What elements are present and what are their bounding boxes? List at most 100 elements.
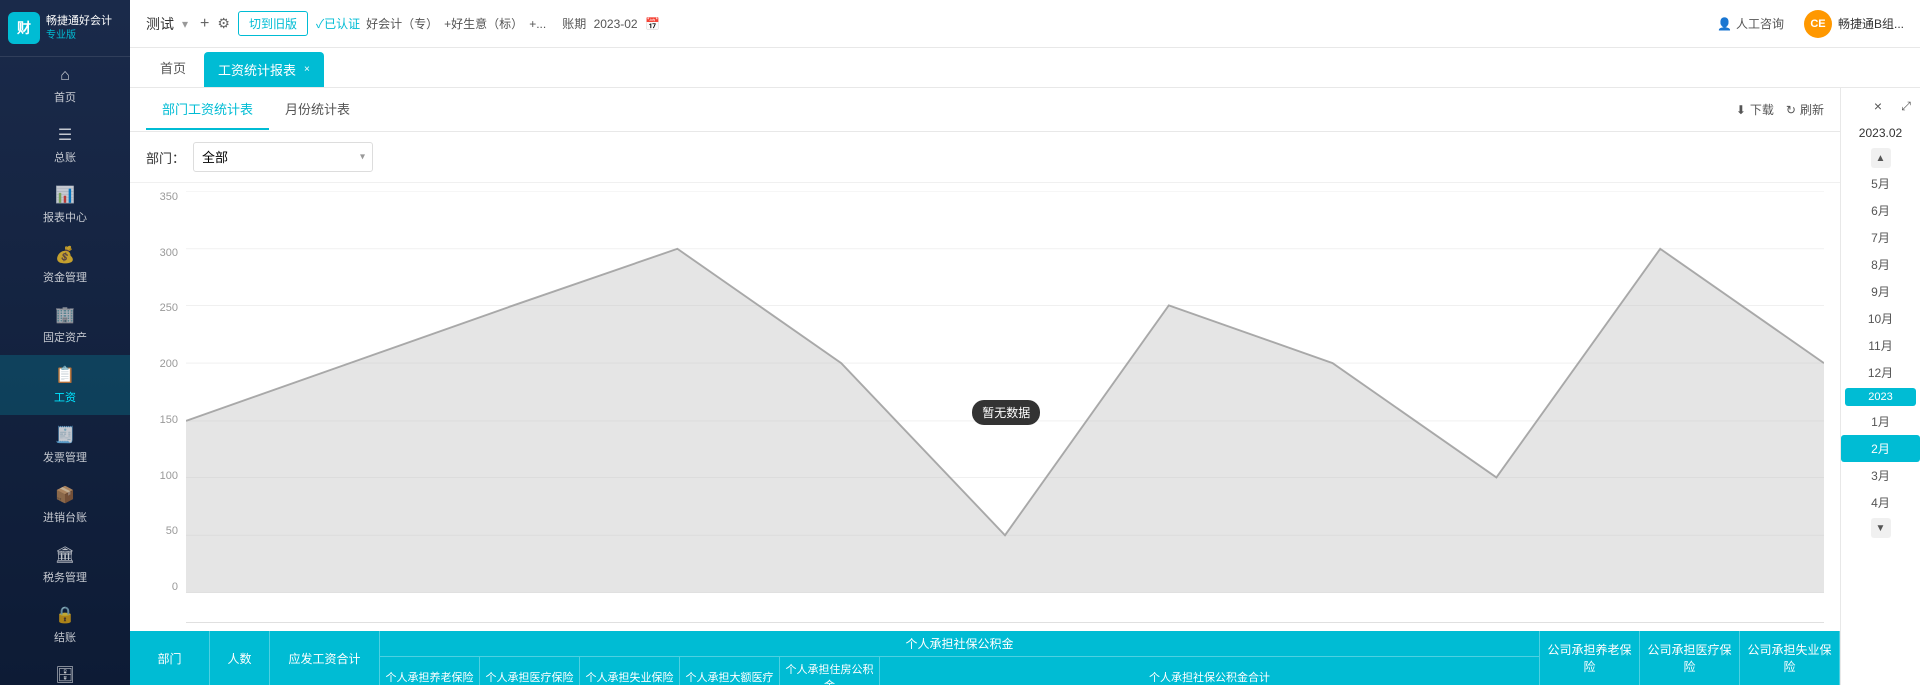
good-accounting-status: 好会计（专） bbox=[366, 15, 438, 32]
sidebar-logo: 财 畅捷通好会计 专业版 bbox=[0, 0, 130, 57]
month-10[interactable]: 10月 bbox=[1841, 305, 1920, 332]
month-7[interactable]: 7月 bbox=[1841, 224, 1920, 251]
dropdown-arrow-icon[interactable]: ▾ bbox=[182, 17, 188, 31]
dept-filter-label: 部门： bbox=[146, 148, 185, 167]
sidebar-item-close[interactable]: 🔒 结账 bbox=[0, 595, 130, 655]
month-5[interactable]: 5月 bbox=[1841, 170, 1920, 197]
right-panel: × ⤢ 2023.02 ▲ 5月 6月 7月 8月 9月 10月 11月 12月… bbox=[1840, 88, 1920, 685]
month-8[interactable]: 8月 bbox=[1841, 251, 1920, 278]
home-icon: ⌂ bbox=[60, 67, 70, 85]
sidebar-item-home[interactable]: ⌂ 首页 bbox=[0, 57, 130, 115]
refresh-label: 刷新 bbox=[1800, 101, 1824, 118]
month-2-active[interactable]: 2月 bbox=[1841, 435, 1920, 462]
user-menu[interactable]: CE 畅捷通B组... bbox=[1804, 10, 1904, 38]
tax-icon: 🏛 bbox=[55, 545, 75, 565]
month-3[interactable]: 3月 bbox=[1841, 462, 1920, 489]
funds-icon: 💰 bbox=[55, 245, 75, 265]
right-panel-top-buttons: × ⤢ bbox=[1841, 92, 1920, 120]
sidebar-label-tax: 税务管理 bbox=[43, 569, 87, 585]
support-button[interactable]: 👤 人工咨询 bbox=[1717, 15, 1784, 32]
y-label-0: 0 bbox=[172, 581, 178, 593]
content-main: 部门工资统计表 月份统计表 ⬇ 下载 ↻ 刷新 部门： bbox=[130, 88, 1840, 685]
dept-filter-wrapper: 全部 财务部 销售部 技术部 行政部 ▾ bbox=[193, 142, 373, 172]
th-pension-company: 公司承担养老保险 bbox=[1540, 631, 1640, 685]
sidebar-item-salary[interactable]: 📋 工资 bbox=[0, 355, 130, 415]
good-business-status: +好生意（标） bbox=[444, 15, 523, 32]
period-label: 账期 2023-02 📅 bbox=[562, 15, 660, 32]
y-label-100: 100 bbox=[160, 470, 178, 482]
right-panel-date: 2023.02 bbox=[1855, 120, 1906, 146]
th-people: 人数 bbox=[210, 631, 270, 685]
sidebar-item-sales[interactable]: 📦 进销台账 bbox=[0, 475, 130, 535]
subtab-actions: ⬇ 下载 ↻ 刷新 bbox=[1736, 101, 1824, 118]
sidebar-label-close: 结账 bbox=[54, 629, 76, 645]
right-panel-close-icon[interactable]: × bbox=[1868, 96, 1888, 116]
filterbar: 部门： 全部 财务部 销售部 技术部 行政部 ▾ bbox=[130, 132, 1840, 183]
support-icon: 👤 bbox=[1717, 17, 1732, 31]
app-logo-icon: 财 bbox=[8, 12, 40, 44]
close-period-icon: 🔒 bbox=[55, 605, 75, 625]
download-label: 下载 bbox=[1750, 101, 1774, 118]
project-name: 测试 bbox=[146, 14, 174, 34]
refresh-icon: ↻ bbox=[1786, 103, 1796, 117]
invoice-icon: 🧾 bbox=[55, 425, 75, 445]
refresh-button[interactable]: ↻ 刷新 bbox=[1786, 101, 1824, 118]
sidebar-label-invoice: 发票管理 bbox=[43, 449, 87, 465]
subtabbar: 部门工资统计表 月份统计表 ⬇ 下载 ↻ 刷新 bbox=[130, 88, 1840, 132]
sidebar-label-funds: 资金管理 bbox=[43, 269, 87, 285]
app-logo-text: 畅捷通好会计 专业版 bbox=[46, 14, 112, 41]
sidebar-item-archive[interactable]: 🗄 归档管理 bbox=[0, 655, 130, 685]
dept-filter-select[interactable]: 全部 财务部 销售部 技术部 行政部 bbox=[193, 142, 373, 172]
sidebar-item-reports[interactable]: 📊 报表中心 bbox=[0, 175, 130, 235]
app-edition: 专业版 bbox=[46, 29, 112, 42]
month-1[interactable]: 1月 bbox=[1841, 408, 1920, 435]
tab-home[interactable]: 首页 bbox=[146, 50, 200, 87]
y-label-350: 350 bbox=[160, 191, 178, 203]
month-12[interactable]: 12月 bbox=[1841, 359, 1920, 386]
subtab-dept[interactable]: 部门工资统计表 bbox=[146, 89, 269, 130]
sidebar-label-sales: 进销台账 bbox=[43, 509, 87, 525]
archive-icon: 🗄 bbox=[55, 665, 75, 685]
th-medical-company: 公司承担医疗保险 bbox=[1640, 631, 1740, 685]
y-label-150: 150 bbox=[160, 414, 178, 426]
y-label-300: 300 bbox=[160, 247, 178, 259]
year-2023: 2023 bbox=[1845, 388, 1916, 406]
subtab-month[interactable]: 月份统计表 bbox=[269, 89, 366, 130]
th-unemployment-company: 公司承担失业保险 bbox=[1740, 631, 1840, 685]
download-button[interactable]: ⬇ 下载 bbox=[1736, 101, 1774, 118]
month-6[interactable]: 6月 bbox=[1841, 197, 1920, 224]
th-group-personal: 个人承担社保公积金 个人承担养老保险 个人承担医疗保险 个人承担失业保险 个人承… bbox=[380, 631, 1540, 685]
sidebar-item-ledger[interactable]: ☰ 总账 bbox=[0, 115, 130, 175]
settings-gear-icon[interactable]: ⚙ bbox=[217, 15, 230, 32]
th-serious-personal: 个人承担大额医疗 bbox=[680, 657, 780, 685]
tab-close-icon[interactable]: × bbox=[304, 64, 310, 75]
table-header: 部门 人数 应发工资合计 个人承担社保公积金 个人承担养老保险 个人承担医疗保险 bbox=[130, 631, 1840, 685]
right-panel-up-nav[interactable]: ▲ bbox=[1871, 148, 1891, 168]
sidebar-label-ledger: 总账 bbox=[54, 149, 76, 165]
subtabs: 部门工资统计表 月份统计表 bbox=[146, 89, 366, 130]
sidebar-label-reports: 报表中心 bbox=[43, 209, 87, 225]
sidebar-item-assets[interactable]: 🏢 固定资产 bbox=[0, 295, 130, 355]
topbar: 测试 ▾ + ⚙ 切到旧版 ✓已认证 好会计（专） +好生意（标） +... 账… bbox=[130, 0, 1920, 48]
right-panel-maximize-icon[interactable]: ⤢ bbox=[1896, 96, 1916, 116]
switch-old-version-button[interactable]: 切到旧版 bbox=[238, 11, 308, 36]
sidebar-nav: ⌂ 首页 ☰ 总账 📊 报表中心 💰 资金管理 🏢 固定资产 📋 工资 🧾 发票… bbox=[0, 57, 130, 685]
month-4[interactable]: 4月 bbox=[1841, 489, 1920, 516]
chart-svg bbox=[186, 191, 1824, 593]
month-9[interactable]: 9月 bbox=[1841, 278, 1920, 305]
x-axis-line bbox=[186, 622, 1824, 623]
tab-salary-report-label: 工资统计报表 bbox=[218, 60, 296, 79]
sidebar-item-funds[interactable]: 💰 资金管理 bbox=[0, 235, 130, 295]
avatar: CE bbox=[1804, 10, 1832, 38]
add-project-icon[interactable]: + bbox=[200, 15, 209, 33]
salary-icon: 📋 bbox=[55, 365, 75, 385]
month-11[interactable]: 11月 bbox=[1841, 332, 1920, 359]
tab-salary-report[interactable]: 工资统计报表 × bbox=[204, 52, 324, 87]
tab-home-label: 首页 bbox=[160, 58, 186, 77]
ledger-icon: ☰ bbox=[58, 125, 72, 145]
right-panel-down-nav[interactable]: ▼ bbox=[1871, 518, 1891, 538]
sidebar-label-assets: 固定资产 bbox=[43, 329, 87, 345]
sidebar-item-tax[interactable]: 🏛 税务管理 bbox=[0, 535, 130, 595]
sidebar-item-invoice[interactable]: 🧾 发票管理 bbox=[0, 415, 130, 475]
calendar-icon[interactable]: 📅 bbox=[645, 17, 660, 31]
